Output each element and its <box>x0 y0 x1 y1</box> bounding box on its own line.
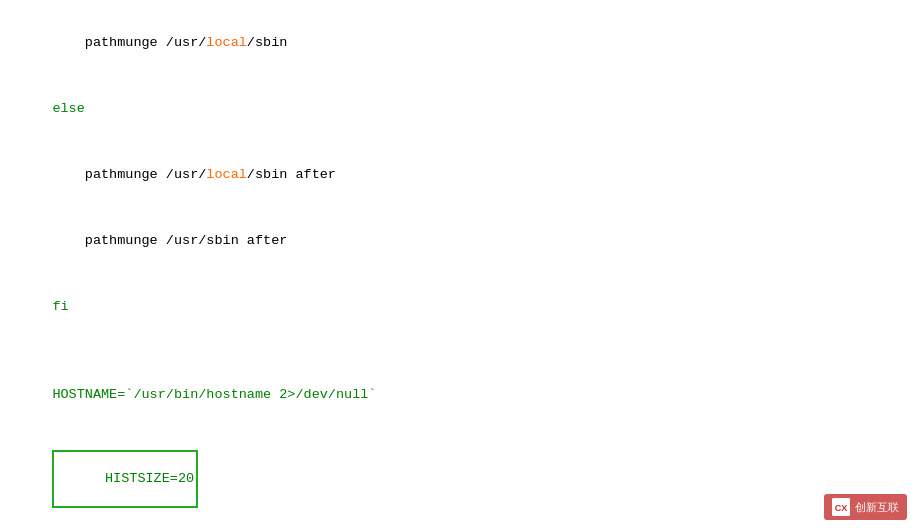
code-keyword: else <box>52 101 84 116</box>
code-line: pathmunge /usr/local/sbin <box>20 10 895 76</box>
code-text: local <box>206 167 247 182</box>
watermark-icon: CX <box>832 498 850 516</box>
watermark-text: 创新互联 <box>855 500 899 515</box>
code-text: HISTSIZE=20 <box>105 471 194 486</box>
code-line-histsize: HISTSIZE=20 <box>20 428 895 528</box>
code-keyword: fi <box>52 299 68 314</box>
code-line: pathmunge /usr/sbin after <box>20 208 895 274</box>
svg-text:CX: CX <box>835 503 848 513</box>
code-line: HOSTNAME=`/usr/bin/hostname 2>/dev/null` <box>20 362 895 428</box>
code-line: else <box>20 76 895 142</box>
code-text: pathmunge /usr/ <box>52 35 206 50</box>
watermark: CX 创新互联 <box>824 494 907 520</box>
code-text: /sbin after <box>247 167 336 182</box>
code-line: pathmunge /usr/local/sbin after <box>20 142 895 208</box>
histsize-highlight: HISTSIZE=20 <box>52 450 198 508</box>
code-text: HOSTNAME=`/usr/bin/hostname 2>/dev/null` <box>52 387 376 402</box>
code-line <box>20 340 895 362</box>
code-editor: pathmunge /usr/local/sbin else pathmunge… <box>0 0 915 528</box>
watermark-logo: CX <box>832 498 850 516</box>
code-text: pathmunge /usr/sbin after <box>52 233 287 248</box>
code-text: local <box>206 35 247 50</box>
code-text: /sbin <box>247 35 288 50</box>
code-line: fi <box>20 274 895 340</box>
code-text: pathmunge /usr/ <box>52 167 206 182</box>
